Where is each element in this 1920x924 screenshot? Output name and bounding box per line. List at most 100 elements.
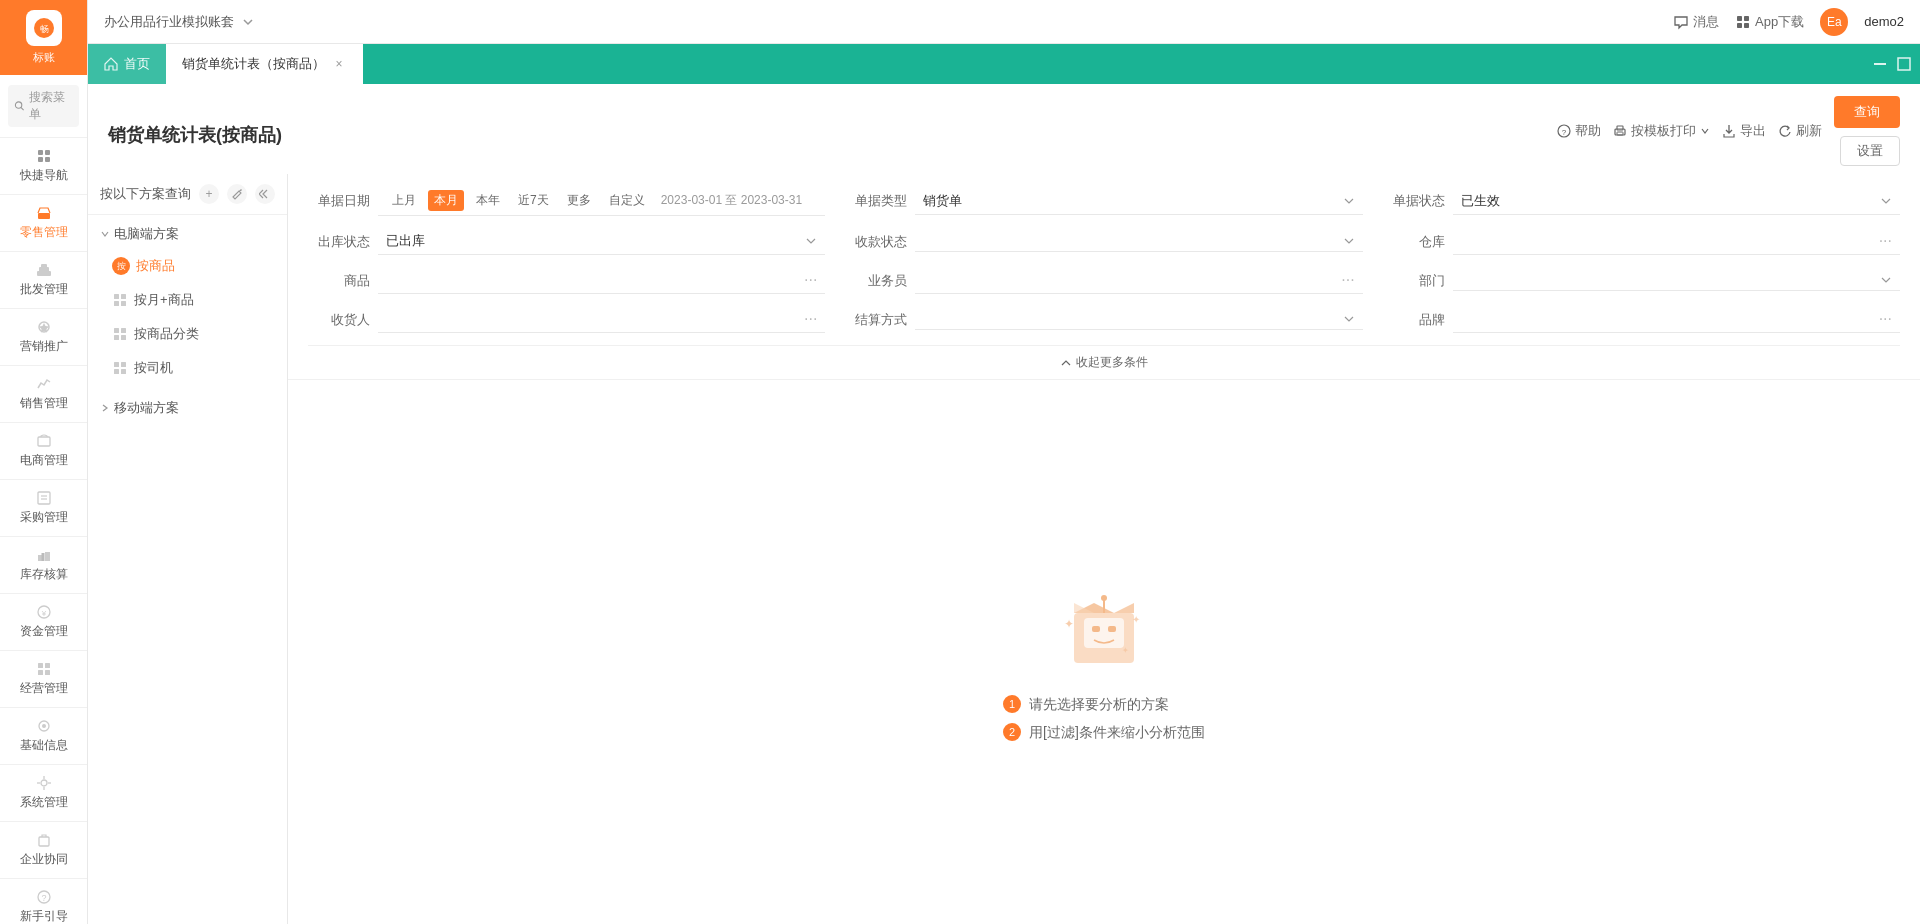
brand-more-btn[interactable]: ··· [1879, 310, 1892, 328]
enterprise-icon [36, 832, 52, 848]
scheme-item-by-printer[interactable]: 按司机 [88, 351, 287, 385]
page-actions: ? 帮助 按模板打印 [1557, 96, 1900, 174]
setting-button[interactable]: 设置 [1840, 136, 1900, 166]
user-avatar[interactable]: Ea [1820, 8, 1848, 36]
scheme-collapse-btn[interactable] [255, 184, 275, 204]
out-status-field[interactable]: 已出库 [378, 228, 825, 255]
scheme-item-icon-text: 按 [117, 260, 126, 273]
date-field[interactable]: 上月 本月 本年 近7天 更多 自定义 2023-03-01 至 2023-03… [378, 186, 825, 216]
sidebar-item-wholesale[interactable]: 批发管理 [0, 252, 87, 309]
scheme-pc-header[interactable]: 电脑端方案 [88, 219, 287, 249]
scheme-add-btn[interactable]: + [199, 184, 219, 204]
sidebar-item-basic[interactable]: 基础信息 [0, 708, 87, 765]
scheme-item-by-product[interactable]: 按 按商品 [88, 249, 287, 283]
department-field[interactable] [1453, 270, 1900, 291]
svg-rect-11 [41, 264, 47, 268]
page-title: 销货单统计表(按商品) [108, 123, 282, 147]
scheme-item-label-category: 按商品分类 [134, 325, 199, 343]
tab-minimize-icon[interactable] [1872, 56, 1888, 72]
svg-rect-13 [38, 437, 50, 446]
sidebar-item-marketing[interactable]: 营销推广 [0, 309, 87, 366]
department-label: 部门 [1383, 272, 1453, 290]
category-icon [113, 327, 127, 341]
system-icon [36, 775, 52, 791]
svg-rect-44 [1744, 23, 1749, 28]
sidebar-item-inventory[interactable]: 库存核算 [0, 537, 87, 594]
bill-type-field[interactable]: 销货单 [915, 188, 1362, 215]
collapse-up-icon [1060, 357, 1072, 369]
quick-nav-icon [36, 148, 52, 164]
date-btn-last-month[interactable]: 上月 [386, 190, 422, 211]
sidebar-quick-nav[interactable]: 快捷导航 [0, 138, 87, 195]
svg-rect-54 [114, 301, 119, 306]
app-download-btn[interactable]: App下载 [1735, 13, 1804, 31]
product-more-btn[interactable]: ··· [804, 271, 817, 289]
tab-maximize-icon[interactable] [1896, 56, 1912, 72]
warehouse-more-btn[interactable]: ··· [1879, 232, 1892, 250]
salesperson-field[interactable]: ··· [915, 267, 1362, 294]
tab-report[interactable]: 销货单统计表（按商品） × [166, 44, 363, 84]
sidebar-item-retail[interactable]: 零售管理 [0, 195, 87, 252]
svg-rect-5 [45, 150, 50, 155]
query-button[interactable]: 查询 [1834, 96, 1900, 128]
search-input-wrapper[interactable]: 搜索菜单 [8, 85, 79, 127]
salesperson-label: 业务员 [845, 272, 915, 290]
svg-point-28 [41, 780, 47, 786]
date-range-text: 2023-03-01 至 2023-03-31 [661, 192, 802, 209]
date-btn-custom[interactable]: 自定义 [603, 190, 651, 211]
date-btn-more[interactable]: 更多 [561, 190, 597, 211]
sidebar-item-purchase[interactable]: 采购管理 [0, 480, 87, 537]
sidebar-item-ecommerce[interactable]: 电商管理 [0, 423, 87, 480]
download-icon [1735, 14, 1751, 30]
receiver-field[interactable]: ··· [378, 306, 825, 333]
scheme-item-by-month-product[interactable]: 按月+商品 [88, 283, 287, 317]
collapse-icon [259, 188, 271, 200]
date-btn-7days[interactable]: 近7天 [512, 190, 555, 211]
svg-rect-61 [121, 362, 126, 367]
message-btn[interactable]: 消息 [1673, 13, 1719, 31]
settlement-field[interactable] [915, 309, 1362, 330]
refresh-btn[interactable]: 刷新 [1778, 122, 1822, 140]
help-icon: ? [1557, 124, 1571, 138]
export-btn[interactable]: 导出 [1722, 122, 1766, 140]
tab-close-btn[interactable]: × [331, 56, 347, 72]
top-header: 办公用品行业模拟账套 消息 App下载 [88, 0, 1920, 44]
receiver-label: 收货人 [308, 311, 378, 329]
help-btn[interactable]: ? 帮助 [1557, 122, 1601, 140]
scheme-item-label-product: 按商品 [136, 257, 175, 275]
brand-field[interactable]: ··· [1453, 306, 1900, 333]
sidebar-item-finance[interactable]: ¥ 资金管理 [0, 594, 87, 651]
sidebar-item-operations[interactable]: 经营管理 [0, 651, 87, 708]
receiver-more-btn[interactable]: ··· [804, 310, 817, 328]
app-logo[interactable]: 畅 标账 [0, 0, 88, 75]
svg-rect-53 [121, 294, 126, 299]
sidebar-item-enterprise[interactable]: 企业协同 [0, 822, 87, 879]
warehouse-field[interactable]: ··· [1453, 228, 1900, 255]
sidebar-item-system[interactable]: 系统管理 [0, 765, 87, 822]
top-header-right: 消息 App下载 Ea demo2 [1673, 8, 1904, 36]
scheme-edit-btn[interactable] [227, 184, 247, 204]
svg-rect-19 [41, 553, 44, 561]
sidebar-item-label-marketing: 营销推广 [20, 338, 68, 355]
workspace-dropdown-icon[interactable] [242, 16, 254, 28]
salesperson-more-btn[interactable]: ··· [1341, 271, 1354, 289]
logo-icon: 畅 [26, 10, 62, 46]
retail-icon [36, 205, 52, 221]
tab-home[interactable]: 首页 [88, 44, 166, 84]
date-btn-this-month[interactable]: 本月 [428, 190, 464, 211]
bill-type-label: 单据类型 [845, 192, 915, 210]
sidebar-item-sales[interactable]: 销售管理 [0, 366, 87, 423]
bill-status-field[interactable]: 已生效 [1453, 188, 1900, 215]
date-btn-this-year[interactable]: 本年 [470, 190, 506, 211]
sidebar-item-label-newguide: 新手引导 [20, 908, 68, 924]
svg-point-69 [1101, 595, 1107, 601]
product-field[interactable]: ··· [378, 267, 825, 294]
scheme-mobile-header[interactable]: 移动端方案 [88, 393, 287, 423]
filter-row-2: 出库状态 已出库 收款状态 [308, 228, 1900, 255]
template-print-btn[interactable]: 按模板打印 [1613, 122, 1710, 140]
collection-status-field[interactable] [915, 231, 1362, 252]
scheme-item-by-category[interactable]: 按商品分类 [88, 317, 287, 351]
collapse-bar[interactable]: 收起更多条件 [308, 345, 1900, 379]
svg-text:¥: ¥ [40, 609, 46, 618]
sidebar-item-newguide[interactable]: ? 新手引导 [0, 879, 87, 924]
